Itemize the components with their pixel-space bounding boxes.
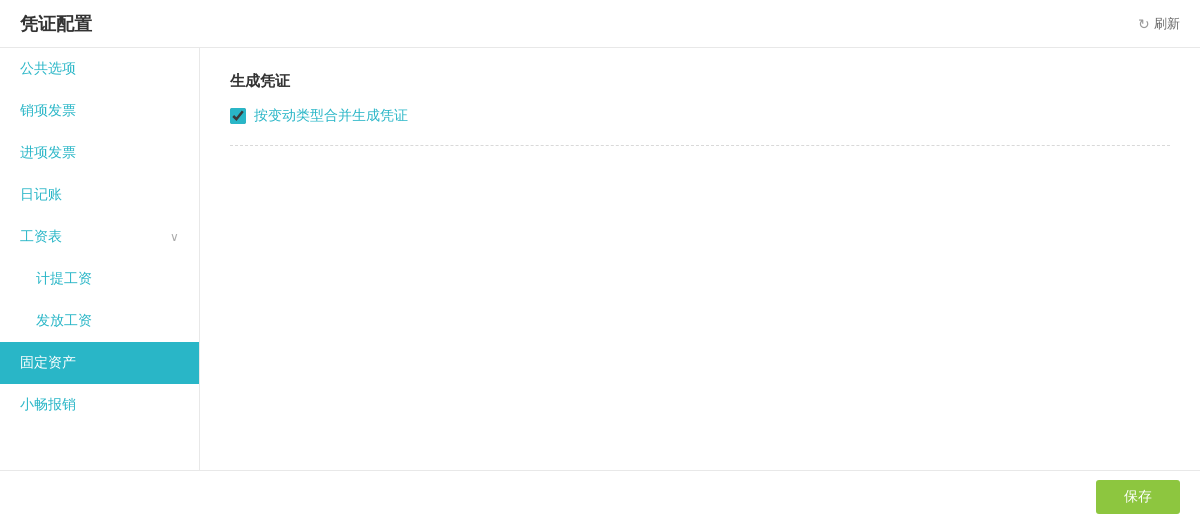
page-footer: 保存 <box>0 470 1200 522</box>
sidebar-item-6[interactable]: 发放工资 <box>0 300 199 342</box>
save-button[interactable]: 保存 <box>1096 480 1180 514</box>
merge-checkbox[interactable] <box>230 108 246 124</box>
sidebar-item-label-6: 发放工资 <box>36 312 92 330</box>
sidebar-item-0[interactable]: 公共选项 <box>0 48 199 90</box>
page-title: 凭证配置 <box>20 12 92 36</box>
sidebar-item-label-2: 进项发票 <box>20 144 76 162</box>
sidebar-item-label-1: 销项发票 <box>20 102 76 120</box>
section-title: 生成凭证 <box>230 72 1170 91</box>
chevron-down-icon: ∨ <box>170 230 179 244</box>
checkbox-label[interactable]: 按变动类型合并生成凭证 <box>254 107 408 125</box>
sidebar-item-7[interactable]: 固定资产 <box>0 342 199 384</box>
main-layout: 公共选项销项发票进项发票日记账工资表 ∨ 计提工资发放工资固定资产小畅报销 生成凭证… <box>0 48 1200 470</box>
section-divider <box>230 145 1170 146</box>
content-area: 生成凭证 按变动类型合并生成凭证 <box>200 48 1200 470</box>
sidebar: 公共选项销项发票进项发票日记账工资表 ∨ 计提工资发放工资固定资产小畅报销 <box>0 48 200 470</box>
sidebar-item-label-0: 公共选项 <box>20 60 76 78</box>
sidebar-item-5[interactable]: 计提工资 <box>0 258 199 300</box>
sidebar-item-label-4: 工资表 <box>20 228 62 246</box>
sidebar-item-3[interactable]: 日记账 <box>0 174 199 216</box>
sidebar-item-label-3: 日记账 <box>20 186 62 204</box>
sidebar-item-1[interactable]: 销项发票 <box>0 90 199 132</box>
sidebar-item-2[interactable]: 进项发票 <box>0 132 199 174</box>
sidebar-item-label-7: 固定资产 <box>20 354 76 372</box>
sidebar-item-label-5: 计提工资 <box>36 270 92 288</box>
sidebar-item-8[interactable]: 小畅报销 <box>0 384 199 426</box>
page-header: 凭证配置 ↻ 刷新 <box>0 0 1200 48</box>
refresh-icon: ↻ <box>1138 16 1150 32</box>
checkbox-row: 按变动类型合并生成凭证 <box>230 107 1170 125</box>
refresh-button[interactable]: ↻ 刷新 <box>1138 15 1180 33</box>
sidebar-item-4[interactable]: 工资表 ∨ <box>0 216 199 258</box>
sidebar-item-label-8: 小畅报销 <box>20 396 76 414</box>
refresh-label: 刷新 <box>1154 15 1180 33</box>
